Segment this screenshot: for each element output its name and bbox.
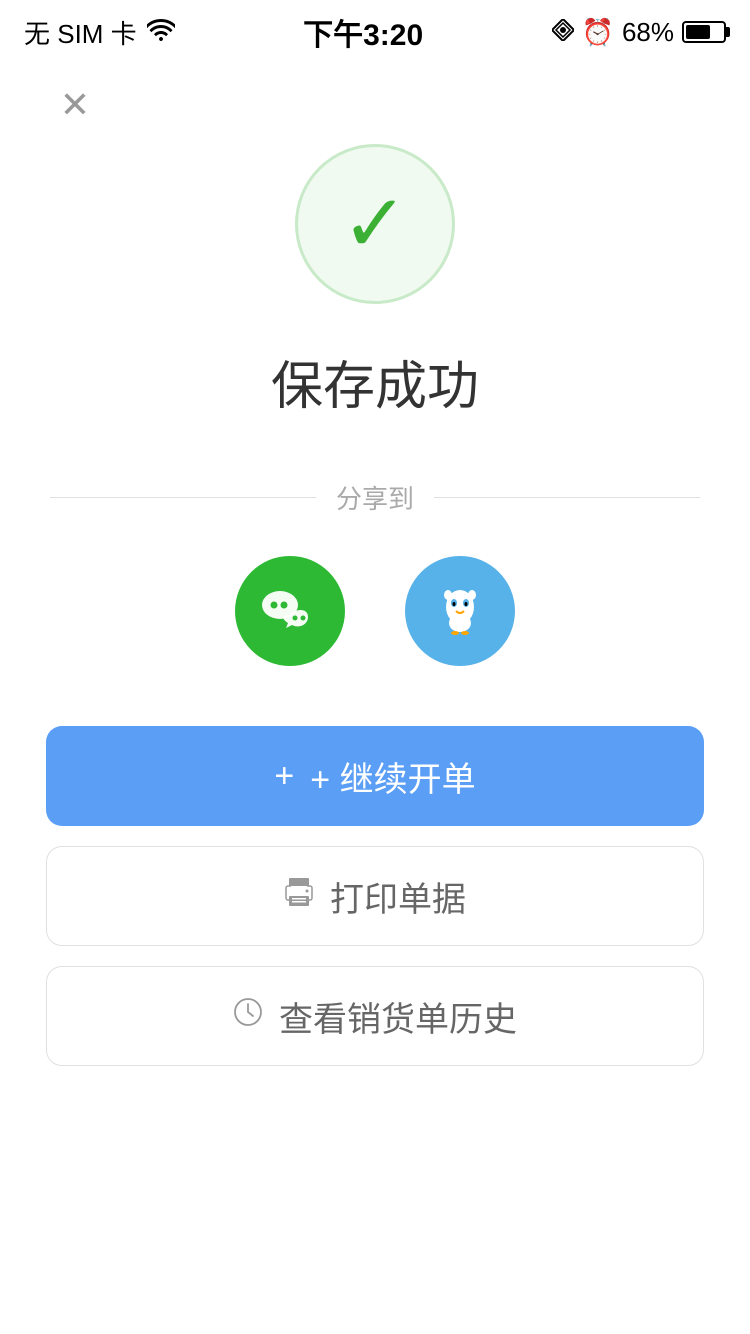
print-receipt-label: 打印单据	[330, 872, 466, 921]
view-history-button[interactable]: 查看销货单历史	[46, 966, 704, 1066]
status-right: ⏰ 68%	[552, 17, 726, 48]
share-label: 分享到	[316, 479, 434, 516]
close-button[interactable]: ✕	[50, 80, 100, 130]
wifi-icon	[147, 17, 175, 48]
sim-text: 无 SIM 卡	[24, 14, 137, 51]
clock-icon	[233, 997, 263, 1035]
success-title: 保存成功	[271, 344, 479, 419]
close-icon: ✕	[60, 87, 90, 123]
continue-order-label: + 继续开单	[310, 752, 475, 801]
plus-icon: +	[274, 757, 294, 796]
qq-share-button[interactable]	[405, 556, 515, 666]
wechat-icon	[258, 579, 322, 643]
checkmark-icon: ✓	[341, 184, 408, 264]
share-icons-row	[235, 556, 515, 666]
action-buttons: + + 继续开单 打印单据	[0, 726, 750, 1066]
success-icon-circle: ✓	[295, 144, 455, 304]
main-content: ✓ 保存成功 分享到	[0, 64, 750, 1066]
status-time: 下午3:20	[303, 10, 423, 54]
view-history-label: 查看销货单历史	[279, 992, 517, 1041]
divider-line-left	[50, 497, 316, 498]
location-icon	[552, 17, 574, 48]
printer-icon	[284, 878, 314, 914]
print-receipt-button[interactable]: 打印单据	[46, 846, 704, 946]
qq-icon	[432, 583, 488, 639]
wechat-share-button[interactable]	[235, 556, 345, 666]
divider-line-right	[434, 497, 700, 498]
continue-order-button[interactable]: + + 继续开单	[46, 726, 704, 826]
battery-percent: 68%	[622, 17, 674, 48]
battery-icon-container	[682, 21, 726, 43]
alarm-icon: ⏰	[582, 17, 614, 48]
share-section: 分享到	[0, 479, 750, 666]
status-bar: 无 SIM 卡 下午3:20 ⏰ 68%	[0, 0, 750, 64]
share-divider: 分享到	[0, 479, 750, 516]
status-left: 无 SIM 卡	[24, 14, 175, 51]
